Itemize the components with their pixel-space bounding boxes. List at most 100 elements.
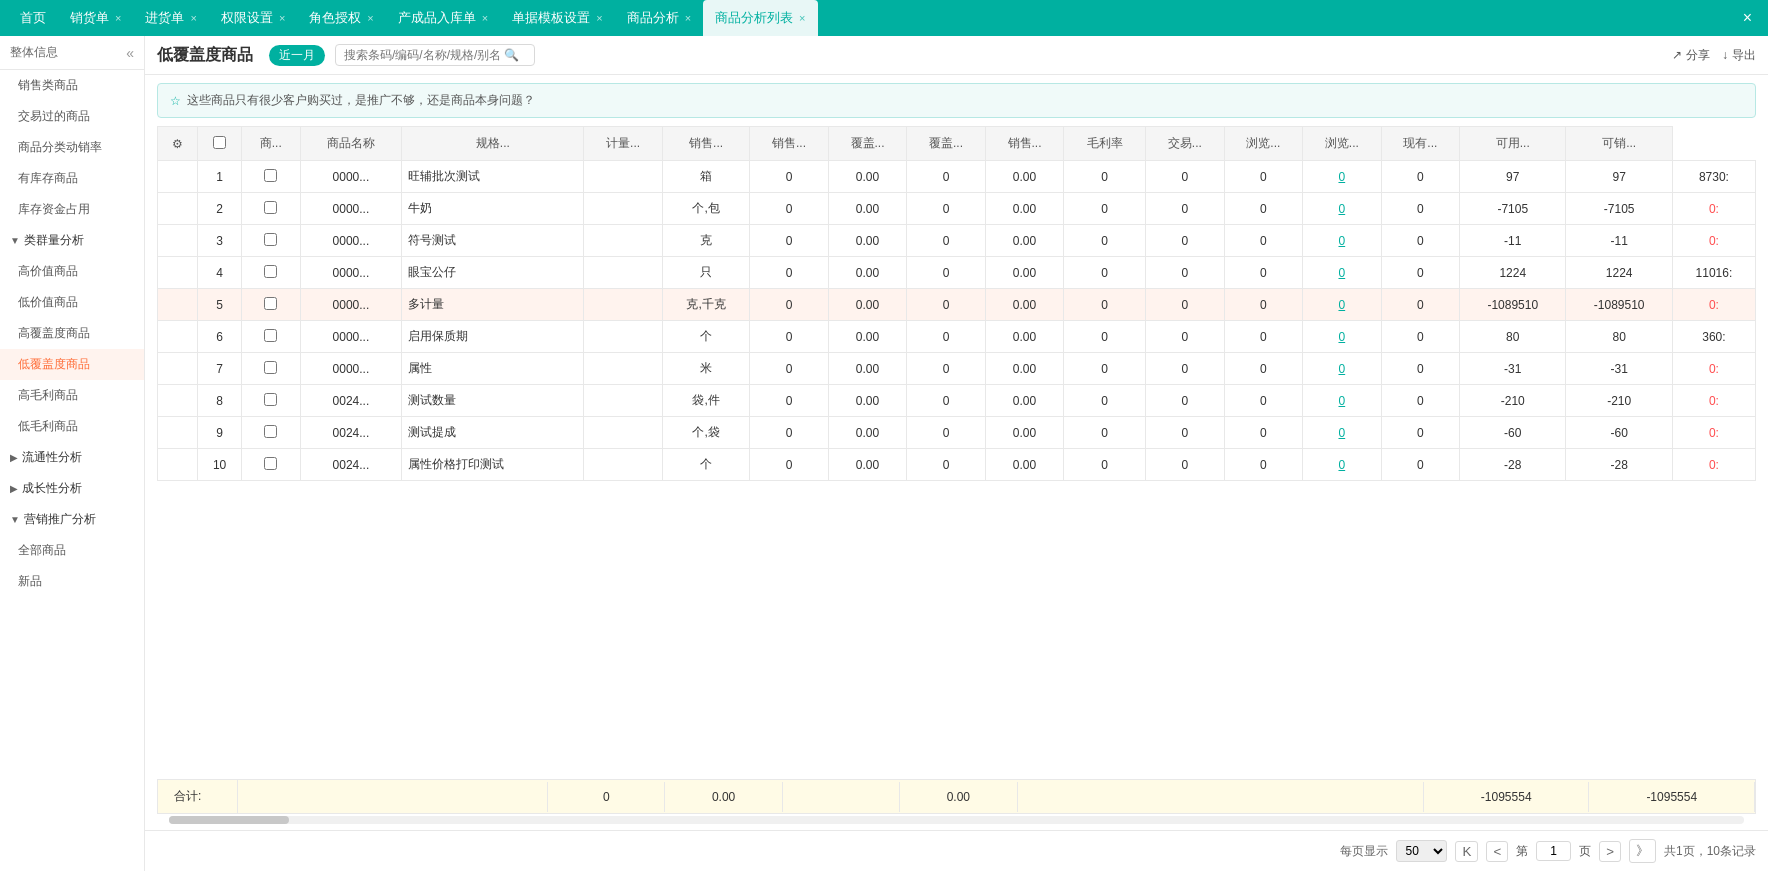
search-input[interactable] (344, 48, 504, 62)
search-icon[interactable]: 🔍 (504, 48, 519, 62)
row-checkbox[interactable] (264, 457, 277, 470)
sidebar-item-traded-goods[interactable]: 交易过的商品 (0, 101, 144, 132)
share-icon: ↗ (1672, 48, 1682, 62)
prev-page-button[interactable]: < (1486, 841, 1508, 862)
row-checkbox[interactable] (264, 201, 277, 214)
scrollbar-thumb[interactable] (169, 816, 289, 824)
close-icon[interactable]: × (685, 12, 691, 24)
row-checkbox[interactable] (264, 233, 277, 246)
row-current-stock-cell: 97 (1460, 161, 1566, 193)
sidebar-item-high-coverage[interactable]: 高覆盖度商品 (0, 318, 144, 349)
row-coverage1-cell: 0 (907, 449, 986, 481)
row-view1-cell[interactable]: 0 (1303, 321, 1382, 353)
sidebar-item-high-margin[interactable]: 高毛利商品 (0, 380, 144, 411)
last-page-button[interactable]: 》 (1629, 839, 1656, 863)
row-name-cell: 多计量 (402, 289, 584, 321)
sidebar-group-flow[interactable]: ▶ 流通性分析 (0, 442, 144, 473)
row-checkbox-cell[interactable] (242, 193, 300, 225)
row-checkbox-cell[interactable] (242, 161, 300, 193)
row-view2-cell: 0 (1381, 321, 1460, 353)
sidebar-item-new-goods[interactable]: 新品 (0, 566, 144, 597)
row-checkbox[interactable] (264, 169, 277, 182)
row-spec-cell (584, 385, 663, 417)
settings-icon[interactable]: ⚙ (172, 137, 183, 151)
sidebar-item-low-coverage[interactable]: 低覆盖度商品 (0, 349, 144, 380)
row-view1-cell[interactable]: 0 (1303, 289, 1382, 321)
row-current-stock-cell: -28 (1460, 449, 1566, 481)
row-checkbox-cell[interactable] (242, 353, 300, 385)
row-checkbox-cell[interactable] (242, 385, 300, 417)
share-button[interactable]: ↗ 分享 (1672, 47, 1710, 64)
scrollbar-track[interactable] (169, 816, 1744, 824)
sidebar-item-sales-goods[interactable]: 销售类商品 (0, 70, 144, 101)
sidebar-item-stocked-goods[interactable]: 有库存商品 (0, 163, 144, 194)
row-num-cell: 5 (198, 289, 242, 321)
row-coverage1-cell: 0 (907, 161, 986, 193)
close-icon[interactable]: × (279, 12, 285, 24)
close-icon[interactable]: × (190, 12, 196, 24)
row-view2-cell: 0 (1381, 385, 1460, 417)
nav-item-sales[interactable]: 销货单 × (58, 0, 133, 36)
sidebar-group-cluster[interactable]: ▼ 类群量分析 (0, 225, 144, 256)
select-all-checkbox[interactable] (213, 136, 226, 149)
first-page-button[interactable]: K (1455, 841, 1478, 862)
sidebar-item-all-goods[interactable]: 全部商品 (0, 535, 144, 566)
row-saleable-cell: 0: (1672, 385, 1755, 417)
sidebar-item-capital-usage[interactable]: 库存资金占用 (0, 194, 144, 225)
row-saleable-cell: 0: (1672, 449, 1755, 481)
nav-item-home[interactable]: 首页 (8, 0, 58, 36)
row-view1-cell[interactable]: 0 (1303, 225, 1382, 257)
sidebar-group-growth[interactable]: ▶ 成长性分析 (0, 473, 144, 504)
row-view1-cell[interactable]: 0 (1303, 417, 1382, 449)
total-info: 共1页，10条记录 (1664, 843, 1756, 860)
close-icon[interactable]: × (596, 12, 602, 24)
nav-item-products[interactable]: 产成品入库单 × (386, 0, 500, 36)
row-view1-cell[interactable]: 0 (1303, 353, 1382, 385)
close-icon[interactable]: × (482, 12, 488, 24)
export-button[interactable]: ↓ 导出 (1722, 47, 1756, 64)
next-page-button[interactable]: > (1599, 841, 1621, 862)
nav-item-purchase[interactable]: 进货单 × (133, 0, 208, 36)
row-checkbox[interactable] (264, 425, 277, 438)
row-checkbox-cell[interactable] (242, 225, 300, 257)
sidebar-item-low-margin[interactable]: 低毛利商品 (0, 411, 144, 442)
close-icon[interactable]: × (367, 12, 373, 24)
gross-margin-col-header: 毛利率 (1064, 127, 1146, 161)
page-size-select[interactable]: 50 100 200 (1396, 840, 1447, 862)
sidebar-collapse-button[interactable]: « (126, 45, 134, 61)
row-checkbox-cell[interactable] (242, 321, 300, 353)
window-close-button[interactable]: × (1735, 9, 1760, 27)
row-view1-cell[interactable]: 0 (1303, 385, 1382, 417)
row-view1-cell[interactable]: 0 (1303, 193, 1382, 225)
row-checkbox-cell[interactable] (242, 417, 300, 449)
sidebar-item-high-value[interactable]: 高价值商品 (0, 256, 144, 287)
sidebar-item-category-rate[interactable]: 商品分类动销率 (0, 132, 144, 163)
row-checkbox[interactable] (264, 329, 277, 342)
export-label: 导出 (1732, 47, 1756, 64)
nav-item-templates[interactable]: 单据模板设置 × (500, 0, 614, 36)
sidebar-group-marketing[interactable]: ▼ 营销推广分析 (0, 504, 144, 535)
row-checkbox-cell[interactable] (242, 257, 300, 289)
sidebar-item-low-value[interactable]: 低价值商品 (0, 287, 144, 318)
nav-item-analysis[interactable]: 商品分析 × (615, 0, 703, 36)
row-view1-cell[interactable]: 0 (1303, 161, 1382, 193)
row-checkbox[interactable] (264, 361, 277, 374)
row-checkbox[interactable] (264, 265, 277, 278)
page-number-input[interactable] (1536, 841, 1571, 861)
row-checkbox-cell[interactable] (242, 449, 300, 481)
row-sales-rate-cell: 0 (1064, 449, 1146, 481)
nav-item-analysis-list[interactable]: 商品分析列表 × (703, 0, 817, 36)
row-view1-cell[interactable]: 0 (1303, 257, 1382, 289)
nav-item-roles[interactable]: 角色授权 × (297, 0, 385, 36)
row-trade-cell: 0 (1224, 417, 1303, 449)
nav-item-permissions[interactable]: 权限设置 × (209, 0, 297, 36)
row-view1-cell[interactable]: 0 (1303, 449, 1382, 481)
info-banner-text: 这些商品只有很少客户购买过，是推广不够，还是商品本身问题？ (187, 92, 535, 109)
row-sales-qty-cell: 0 (750, 353, 829, 385)
row-checkbox[interactable] (264, 297, 277, 310)
time-filter-badge[interactable]: 近一月 (269, 45, 325, 66)
row-checkbox-cell[interactable] (242, 289, 300, 321)
row-checkbox[interactable] (264, 393, 277, 406)
close-icon[interactable]: × (799, 12, 805, 24)
close-icon[interactable]: × (115, 12, 121, 24)
